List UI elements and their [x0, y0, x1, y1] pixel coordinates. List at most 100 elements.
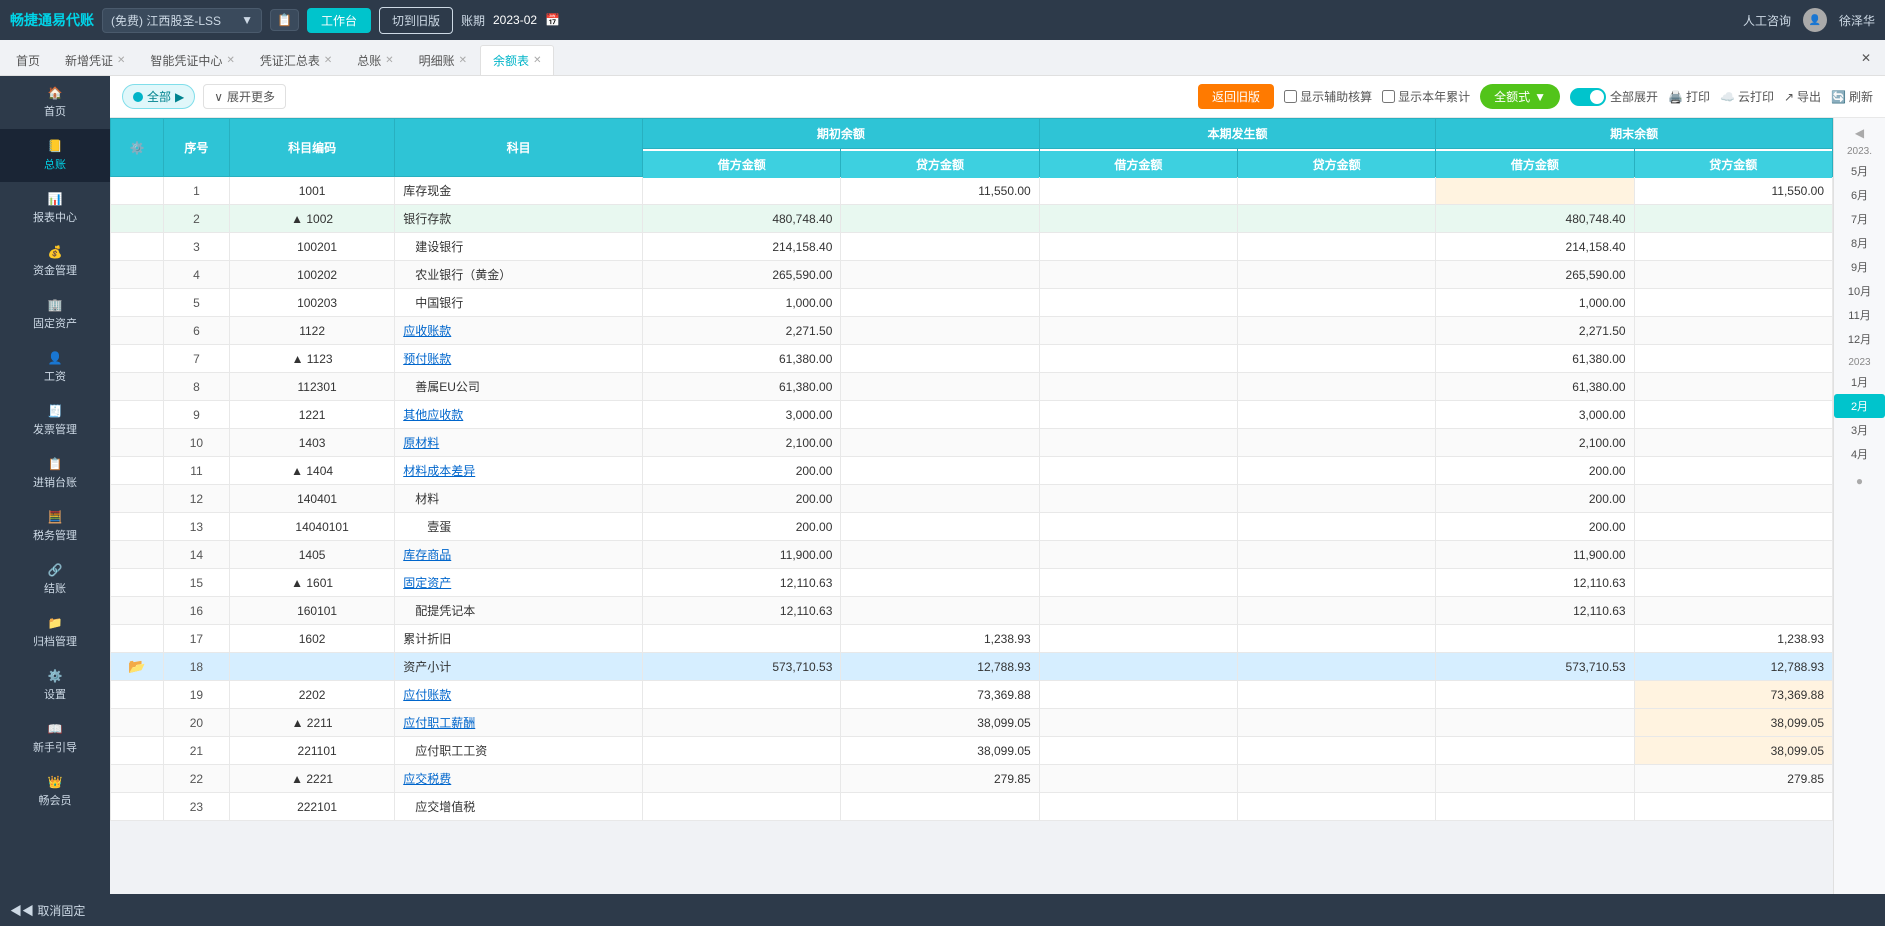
sidebar-item-purchase[interactable]: 📋 进销台账	[0, 447, 110, 500]
tab-voucher-summary[interactable]: 凭证汇总表✕	[248, 46, 344, 75]
sidebar-item-settle[interactable]: 🔗 结账	[0, 553, 110, 606]
company-selector[interactable]: (免费) 江西股圣-LSS ▼	[102, 8, 262, 33]
sidebar-item-payroll[interactable]: 👤 工资	[0, 341, 110, 394]
row-settings-btn[interactable]	[111, 513, 164, 541]
row-name[interactable]: 库存商品	[395, 541, 643, 569]
row-settings-btn[interactable]	[111, 457, 164, 485]
full-format-btn[interactable]: 全额式 ▼	[1480, 84, 1560, 109]
row-settings-btn[interactable]	[111, 569, 164, 597]
close-icon-5[interactable]: ✕	[459, 55, 467, 66]
row-debit-end	[1436, 793, 1634, 821]
cloud-print-btn[interactable]: ☁️ 云打印	[1720, 88, 1774, 105]
tab-balance-sheet[interactable]: 余额表✕	[480, 45, 554, 75]
row-name[interactable]: 应付账款	[395, 681, 643, 709]
month-2-active[interactable]: 2月	[1834, 394, 1885, 418]
month-1[interactable]: 1月	[1834, 370, 1885, 394]
month-5[interactable]: 5月	[1834, 159, 1885, 183]
switch-version-btn[interactable]: 切到旧版	[379, 7, 453, 34]
month-3[interactable]: 3月	[1834, 418, 1885, 442]
row-name[interactable]: 应付职工薪酬	[395, 709, 643, 737]
sidebar-item-capital[interactable]: 💰 资金管理	[0, 235, 110, 288]
sidebar-item-tax[interactable]: 🧮 税务管理	[0, 500, 110, 553]
th-settings[interactable]: ⚙️	[111, 119, 164, 177]
row-settings-btn[interactable]	[111, 177, 164, 205]
return-old-btn[interactable]: 返回旧版	[1198, 84, 1274, 109]
month-10[interactable]: 10月	[1834, 279, 1885, 303]
consult-btn[interactable]: 人工咨询	[1743, 12, 1791, 29]
row-settings-btn[interactable]	[111, 289, 164, 317]
right-panel-expand-dot[interactable]: ●	[1852, 470, 1867, 492]
sidebar-item-guide[interactable]: 📖 新手引导	[0, 712, 110, 765]
show-ytd-label[interactable]: 显示本年累计	[1382, 88, 1470, 105]
export-btn[interactable]: ↗ 导出	[1784, 88, 1821, 105]
unfix-btn[interactable]: ◀◀ 取消固定	[10, 902, 85, 919]
close-icon-6[interactable]: ✕	[533, 55, 541, 66]
toggle-switch[interactable]	[1570, 88, 1606, 106]
close-icon-1[interactable]: ✕	[117, 55, 125, 66]
row-seq: 9	[163, 401, 229, 429]
row-settings-btn[interactable]	[111, 485, 164, 513]
row-settings-btn[interactable]	[111, 261, 164, 289]
sidebar-item-member[interactable]: 👑 畅会员	[0, 765, 110, 818]
print-btn[interactable]: 🖨️ 打印	[1668, 88, 1710, 105]
sidebar-item-archive[interactable]: 📁 归档管理	[0, 606, 110, 659]
row-settings-btn[interactable]	[111, 793, 164, 821]
close-icon-4[interactable]: ✕	[385, 55, 393, 66]
row-settings-btn[interactable]: 📂	[111, 653, 164, 681]
month-6[interactable]: 6月	[1834, 183, 1885, 207]
tab-general-ledger[interactable]: 总账✕	[345, 46, 405, 75]
row-settings-btn[interactable]	[111, 765, 164, 793]
row-settings-btn[interactable]	[111, 233, 164, 261]
row-settings-btn[interactable]	[111, 373, 164, 401]
expand-more-btn[interactable]: ∨ 展开更多	[203, 84, 286, 109]
row-settings-btn[interactable]	[111, 317, 164, 345]
show-ytd-check[interactable]	[1382, 90, 1395, 103]
close-all-btn[interactable]: ✕	[1851, 45, 1881, 71]
filter-all-btn[interactable]: 全部 ▶	[122, 84, 195, 109]
row-settings-btn[interactable]	[111, 541, 164, 569]
row-settings-btn[interactable]	[111, 709, 164, 737]
row-name[interactable]: 材料成本差异	[395, 457, 643, 485]
row-name[interactable]: 原材料	[395, 429, 643, 457]
right-panel-expand-btn[interactable]: ◀	[1851, 122, 1868, 144]
row-settings-btn[interactable]	[111, 429, 164, 457]
row-name[interactable]: 预付账款	[395, 345, 643, 373]
calendar-icon[interactable]: 📅	[545, 13, 560, 27]
sidebar-item-home[interactable]: 🏠 首页	[0, 76, 110, 129]
month-12[interactable]: 12月	[1834, 327, 1885, 351]
month-9[interactable]: 9月	[1834, 255, 1885, 279]
close-icon-3[interactable]: ✕	[324, 55, 332, 66]
sidebar-item-settings[interactable]: ⚙️ 设置	[0, 659, 110, 712]
row-name[interactable]: 应交税费	[395, 765, 643, 793]
refresh-btn[interactable]: 🔄 刷新	[1831, 88, 1873, 105]
month-4[interactable]: 4月	[1834, 442, 1885, 466]
row-name[interactable]: 应收账款	[395, 317, 643, 345]
month-8[interactable]: 8月	[1834, 231, 1885, 255]
sidebar-item-assets[interactable]: 🏢 固定资产	[0, 288, 110, 341]
month-11[interactable]: 11月	[1834, 303, 1885, 327]
tab-add-voucher[interactable]: 新增凭证✕	[53, 46, 137, 75]
tab-smart-voucher[interactable]: 智能凭证中心✕	[138, 46, 246, 75]
row-name[interactable]: 固定资产	[395, 569, 643, 597]
workbench-btn[interactable]: 工作台	[307, 8, 371, 33]
close-icon-2[interactable]: ✕	[226, 55, 234, 66]
tab-home[interactable]: 首页	[4, 46, 52, 75]
sidebar-item-ledger[interactable]: 📒 总账	[0, 129, 110, 182]
row-name[interactable]: 其他应收款	[395, 401, 643, 429]
show-aux-calc-check[interactable]	[1284, 90, 1297, 103]
row-settings-btn[interactable]	[111, 625, 164, 653]
row-settings-btn[interactable]	[111, 401, 164, 429]
expand-all-toggle[interactable]: 全部展开	[1570, 88, 1658, 106]
sidebar-item-reports[interactable]: 📊 报表中心	[0, 182, 110, 235]
sidebar-item-invoice[interactable]: 🧾 发票管理	[0, 394, 110, 447]
show-aux-calc-label[interactable]: 显示辅助核算	[1284, 88, 1372, 105]
th-credit-start: 贷方金额	[841, 150, 1039, 178]
month-7[interactable]: 7月	[1834, 207, 1885, 231]
row-settings-btn[interactable]	[111, 737, 164, 765]
tab-detail-ledger[interactable]: 明细账✕	[407, 46, 479, 75]
row-settings-btn[interactable]	[111, 205, 164, 233]
row-settings-btn[interactable]	[111, 345, 164, 373]
copy-btn[interactable]: 📋	[270, 9, 299, 31]
row-settings-btn[interactable]	[111, 681, 164, 709]
row-settings-btn[interactable]	[111, 597, 164, 625]
